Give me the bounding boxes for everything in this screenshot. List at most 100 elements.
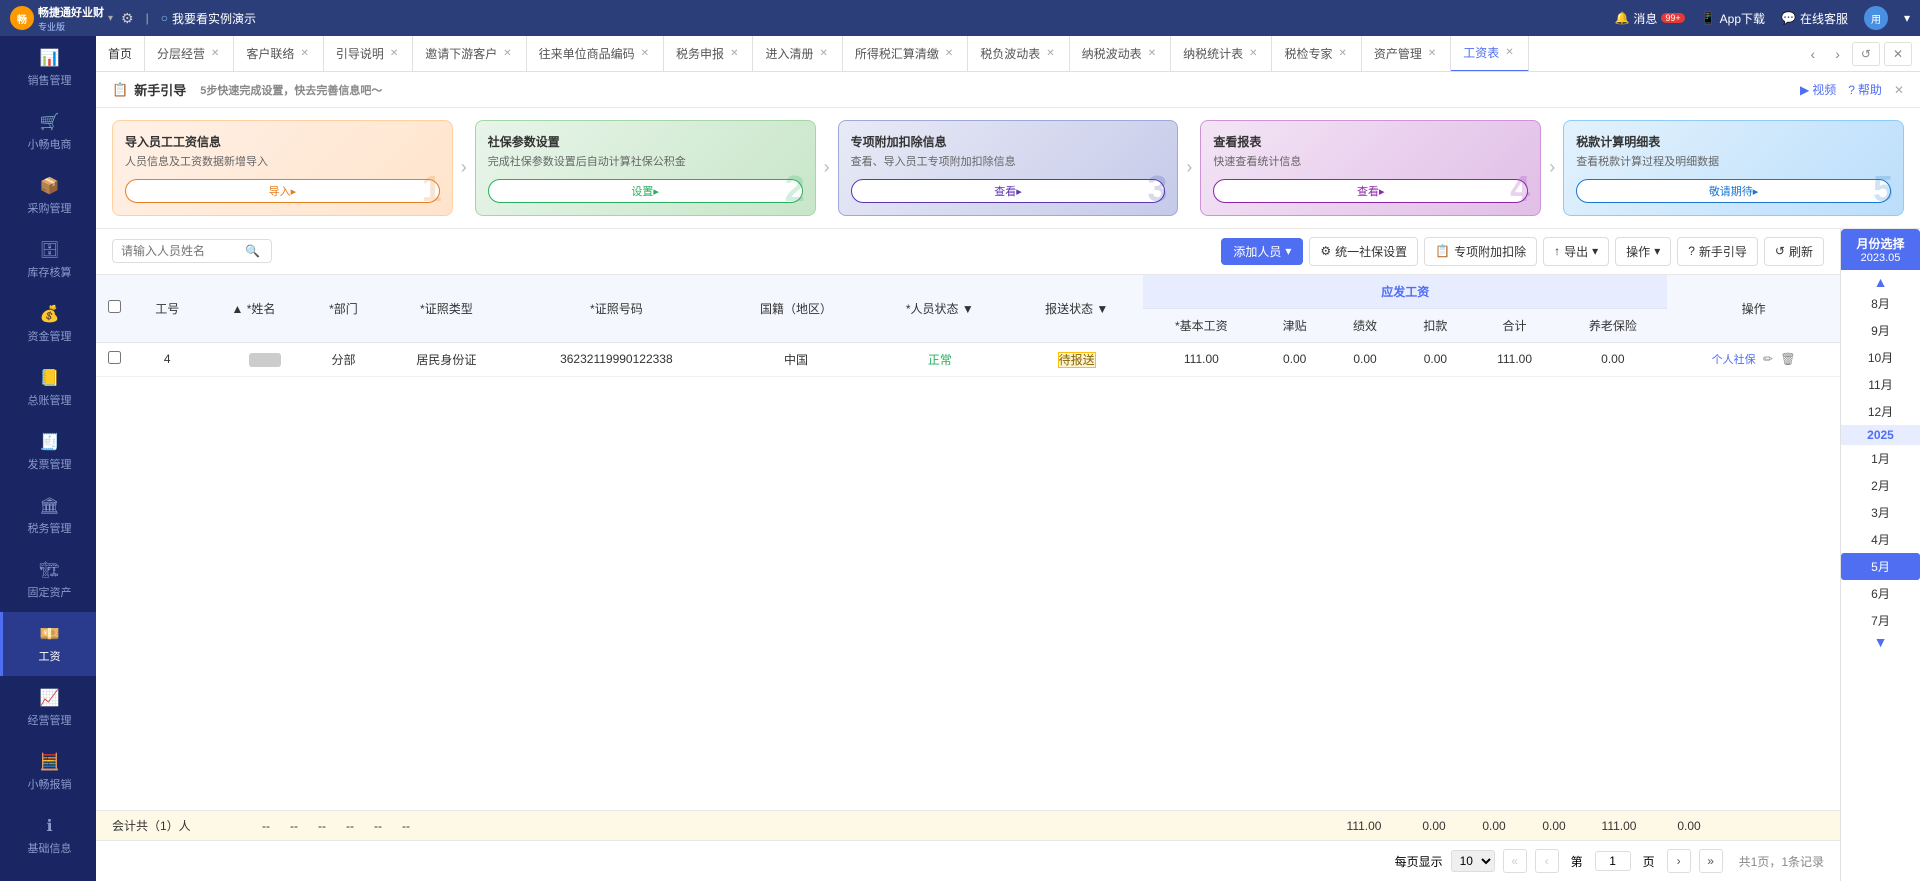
tab-nav-prev[interactable]: ‹ <box>1803 46 1824 62</box>
tab-home[interactable]: 首页 <box>96 36 145 72</box>
step-1-btn[interactable]: 导入▸ <box>125 179 440 203</box>
month-4[interactable]: 4月 <box>1841 526 1920 553</box>
month-1[interactable]: 1月 <box>1841 445 1920 472</box>
sidebar-item-basic-info[interactable]: ℹ 基础信息 <box>0 804 96 868</box>
page-size-select[interactable]: 10 20 50 <box>1451 850 1495 872</box>
sidebar-item-ledger[interactable]: 📒 总账管理 <box>0 356 96 420</box>
month-10[interactable]: 10月 <box>1841 344 1920 371</box>
tab-invite[interactable]: 邀请下游客户 ✕ <box>413 36 526 72</box>
online-service-btn[interactable]: 💬 在线客服 <box>1781 10 1848 27</box>
tab-clearance[interactable]: 进入清册 ✕ <box>753 36 842 72</box>
sidebar-item-sales[interactable]: 📊 销售管理 <box>0 36 96 100</box>
page-number-input[interactable] <box>1595 851 1631 871</box>
sidebar-item-tax[interactable]: 🏛 税务管理 <box>0 484 96 548</box>
step-2-btn[interactable]: 设置▸ <box>488 179 803 203</box>
tab-stratified[interactable]: 分层经营 ✕ <box>145 36 234 72</box>
step-4-btn[interactable]: 查看▸ <box>1213 179 1528 203</box>
video-link[interactable]: ▶ 视频 <box>1800 81 1836 98</box>
tab-asset-mgmt[interactable]: 资产管理 ✕ <box>1362 36 1451 72</box>
avatar[interactable]: 用 <box>1864 6 1888 30</box>
message-btn[interactable]: 🔔 消息 99+ <box>1614 10 1684 27</box>
sidebar-item-ecommerce[interactable]: 🛒 小畅电商 <box>0 100 96 164</box>
tab-close-icon[interactable]: ✕ <box>298 46 310 61</box>
tab-tax-wave[interactable]: 纳税波动表 ✕ <box>1070 36 1171 72</box>
sidebar-item-operations[interactable]: 📈 经营管理 <box>0 676 96 740</box>
user-dropdown-btn[interactable]: ▾ <box>1904 11 1910 25</box>
sidebar-item-assets[interactable]: 🏗 固定资产 <box>0 548 96 612</box>
tab-payroll[interactable]: 工资表 ✕ <box>1451 36 1528 72</box>
tab-guide-desc[interactable]: 引导说明 ✕ <box>324 36 413 72</box>
op-delete-icon[interactable]: 🗑 <box>1780 352 1795 366</box>
year-up-btn[interactable]: ▲ <box>1874 274 1888 290</box>
month-3[interactable]: 3月 <box>1841 499 1920 526</box>
tab-close-icon[interactable]: ✕ <box>817 46 829 61</box>
tab-tax-expert[interactable]: 税检专家 ✕ <box>1272 36 1361 72</box>
tab-close-icon[interactable]: ✕ <box>1044 46 1056 61</box>
month-9[interactable]: 9月 <box>1841 317 1920 344</box>
demo-link[interactable]: ○ 我要看实例演示 <box>161 10 256 27</box>
tab-nav-next[interactable]: › <box>1827 46 1848 62</box>
search-icon[interactable]: 🔍 <box>245 244 260 258</box>
search-input[interactable] <box>121 244 241 258</box>
unified-settings-btn[interactable]: ⚙ 统一社保设置 <box>1309 237 1418 266</box>
tab-tax-stats[interactable]: 纳税统计表 ✕ <box>1171 36 1272 72</box>
next-page-btn[interactable]: › <box>1667 849 1691 873</box>
addon-deduction-btn[interactable]: 📋 专项附加扣除 <box>1424 237 1537 266</box>
add-person-btn[interactable]: 添加人员 ▾ <box>1221 238 1303 265</box>
month-5-active[interactable]: 5月 <box>1841 553 1920 580</box>
first-page-btn[interactable]: « <box>1503 849 1527 873</box>
tab-close-icon[interactable]: ✕ <box>1426 46 1438 61</box>
tab-refresh-btn[interactable]: ↺ <box>1852 42 1880 66</box>
report-filter-icon[interactable]: ▼ <box>1096 302 1108 316</box>
export-dropdown-icon[interactable]: ▾ <box>1592 244 1598 258</box>
sidebar-item-invoice[interactable]: 🧾 发票管理 <box>0 420 96 484</box>
op-edit-icon[interactable]: ✏ <box>1763 352 1773 366</box>
year-down-btn[interactable]: ▼ <box>1874 634 1888 650</box>
sidebar-item-expense[interactable]: 🧮 小畅报销 <box>0 740 96 804</box>
logo-dropdown-icon[interactable]: ▾ <box>108 13 113 24</box>
tab-close-icon[interactable]: ✕ <box>501 46 513 61</box>
month-12[interactable]: 12月 <box>1841 398 1920 425</box>
guide-close-btn[interactable]: ✕ <box>1894 83 1904 97</box>
prev-page-btn[interactable]: ‹ <box>1535 849 1559 873</box>
tab-close-all-btn[interactable]: ✕ <box>1884 42 1912 66</box>
guide-btn[interactable]: ? 新手引导 <box>1677 237 1758 266</box>
app-download-btn[interactable]: 📱 App下载 <box>1701 10 1765 27</box>
tab-close-icon[interactable]: ✕ <box>388 46 400 61</box>
sidebar-item-inventory[interactable]: 🗄 库存核算 <box>0 228 96 292</box>
row-checkbox[interactable] <box>108 351 121 364</box>
month-11[interactable]: 11月 <box>1841 371 1920 398</box>
tab-close-icon[interactable]: ✕ <box>639 46 651 61</box>
sidebar-item-purchase[interactable]: 📦 采购管理 <box>0 164 96 228</box>
help-link[interactable]: ? 帮助 <box>1848 81 1882 98</box>
tab-close-icon[interactable]: ✕ <box>728 46 740 61</box>
tab-crm[interactable]: 客户联络 ✕ <box>234 36 323 72</box>
tab-product-code[interactable]: 往来单位商品编码 ✕ <box>527 36 664 72</box>
sidebar-item-finance[interactable]: 💰 资金管理 <box>0 292 96 356</box>
tab-close-icon[interactable]: ✕ <box>209 46 221 61</box>
tab-payroll-close-icon[interactable]: ✕ <box>1503 45 1515 60</box>
step-5-btn[interactable]: 敬请期待▸ <box>1576 179 1891 203</box>
refresh-btn[interactable]: ↺ 刷新 <box>1764 237 1824 266</box>
tab-close-icon[interactable]: ✕ <box>1247 46 1259 61</box>
month-2[interactable]: 2月 <box>1841 472 1920 499</box>
tab-close-icon[interactable]: ✕ <box>1146 46 1158 61</box>
tab-close-icon[interactable]: ✕ <box>1337 46 1349 61</box>
sidebar-item-system[interactable]: ⚙ 系统管理 <box>0 868 96 881</box>
tab-tax-report[interactable]: 税务申报 ✕ <box>664 36 753 72</box>
month-8[interactable]: 8月 <box>1841 290 1920 317</box>
tab-close-icon[interactable]: ✕ <box>943 46 955 61</box>
operations-btn[interactable]: 操作 ▾ <box>1615 237 1671 266</box>
operations-dropdown-icon[interactable]: ▾ <box>1654 244 1660 258</box>
tab-tax-burden[interactable]: 税负波动表 ✕ <box>968 36 1069 72</box>
status-filter-icon[interactable]: ▼ <box>962 302 974 316</box>
tab-annual-tax[interactable]: 所得税汇算清缴 ✕ <box>843 36 968 72</box>
month-6[interactable]: 6月 <box>1841 580 1920 607</box>
last-page-btn[interactable]: » <box>1699 849 1723 873</box>
settings-icon[interactable]: ⚙ <box>121 10 134 27</box>
month-7[interactable]: 7月 <box>1841 607 1920 634</box>
export-btn[interactable]: ↑ 导出 ▾ <box>1543 237 1609 266</box>
add-person-dropdown-icon[interactable]: ▾ <box>1285 244 1291 258</box>
select-all-checkbox[interactable] <box>108 300 121 313</box>
step-3-btn[interactable]: 查看▸ <box>851 179 1166 203</box>
